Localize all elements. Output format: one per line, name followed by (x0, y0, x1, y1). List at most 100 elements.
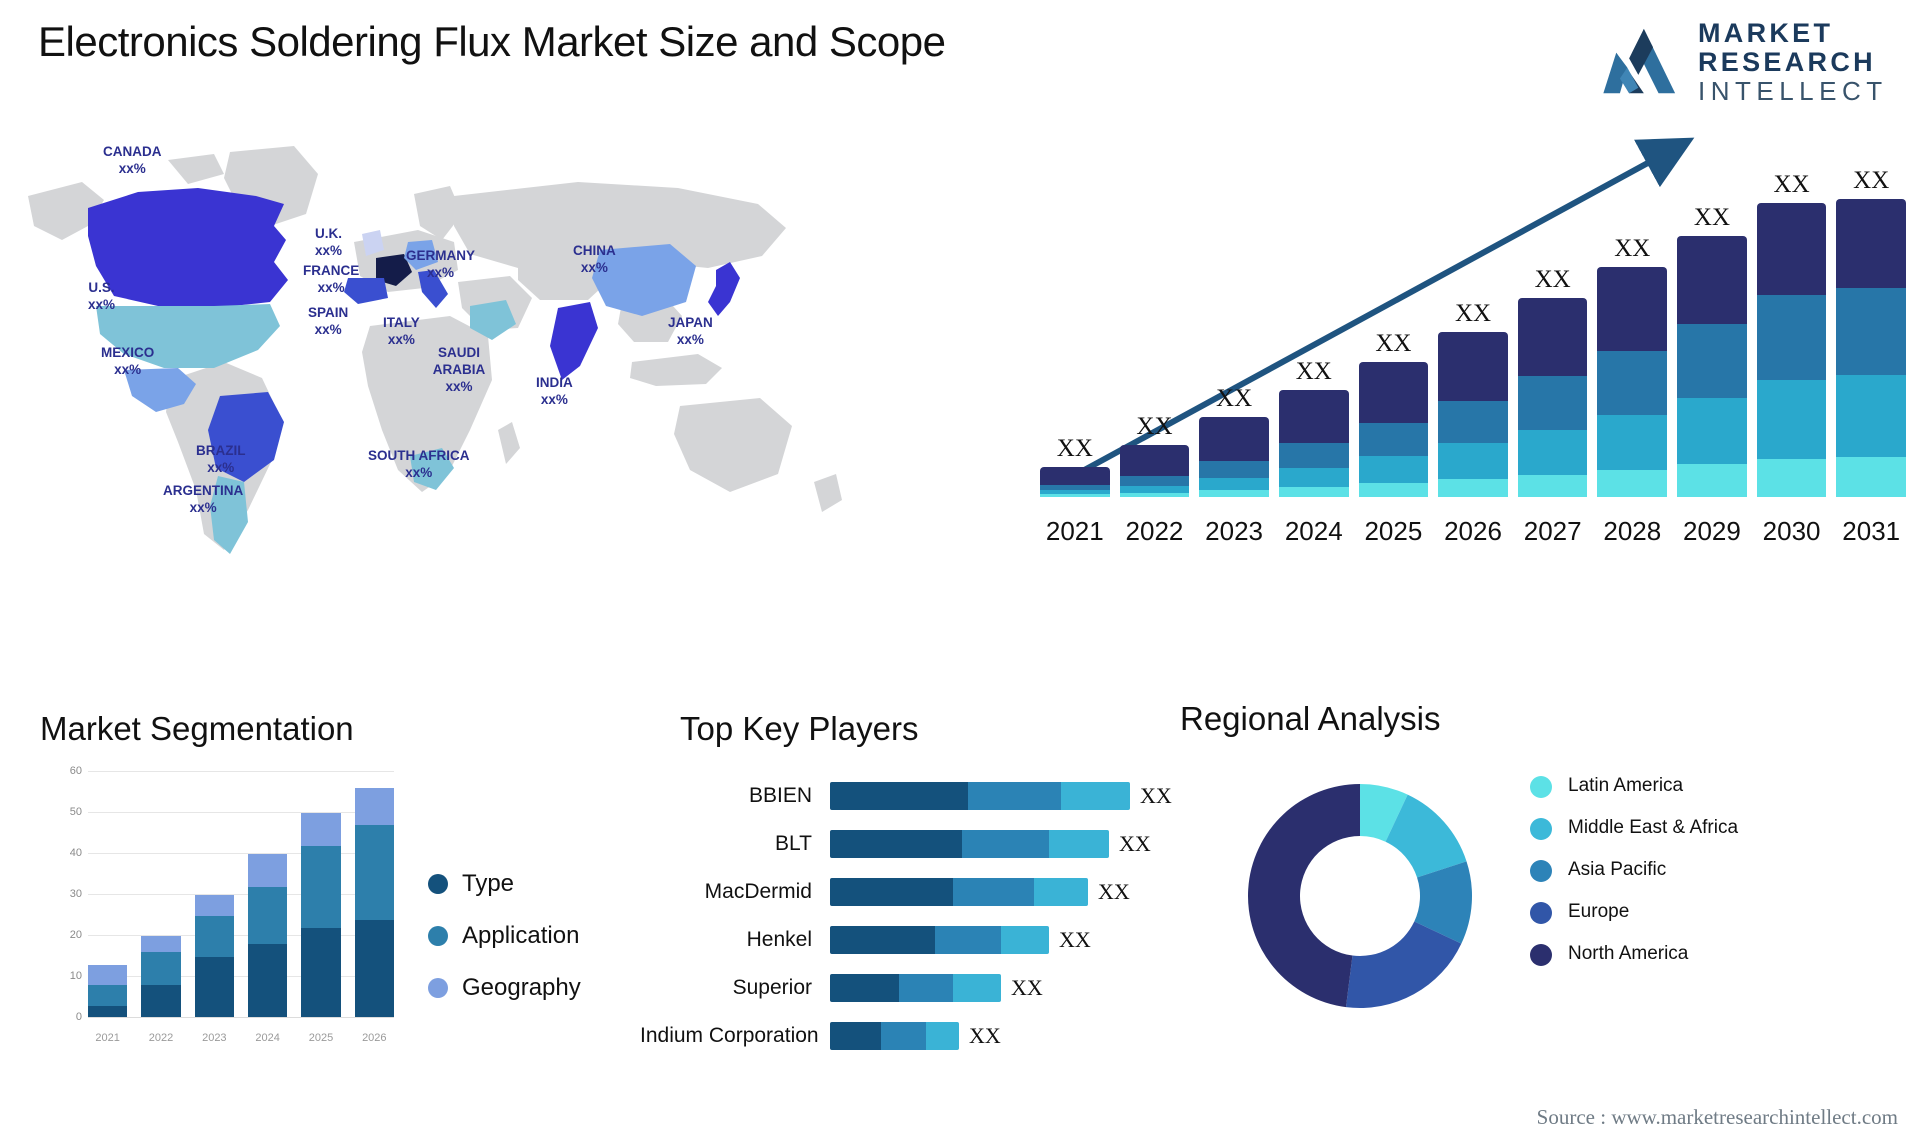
growth-bar-segment (1119, 476, 1190, 486)
segmentation-bar-segment (354, 825, 394, 920)
legend-label: Geography (462, 974, 581, 1001)
growth-bar-column: XX (1199, 167, 1269, 497)
regional-legend-item[interactable]: Middle East & Africa (1530, 816, 1738, 840)
growth-bar-segment (1119, 492, 1190, 497)
player-row: Henkel XX (640, 916, 1200, 964)
segmentation-y-tick: 30 (69, 888, 82, 900)
growth-bar-segment (1199, 461, 1269, 478)
map-label-germany: GERMANY xx% (406, 248, 476, 280)
segmentation-x-tick: 2022 (148, 1032, 174, 1044)
growth-bar-column: XX (1836, 167, 1907, 497)
legend-dot-icon (428, 978, 448, 998)
player-bar-segment (962, 830, 1049, 858)
legend-label: Asia Pacific (1568, 859, 1667, 880)
growth-bar-segment (1517, 475, 1588, 497)
segmentation-title: Market Segmentation (40, 710, 354, 747)
player-name: BBIEN (748, 784, 812, 807)
player-bar (830, 782, 1130, 810)
legend-dot-icon (1530, 776, 1552, 798)
growth-bar-segment (1836, 457, 1907, 497)
player-bar-segment (1001, 926, 1049, 954)
player-name: Superior (732, 976, 812, 999)
growth-year-label: 2022 (1125, 516, 1184, 546)
growth-bar-column: XX (1119, 167, 1190, 497)
growth-bar-column: XX (1597, 167, 1668, 497)
legend-dot-icon (1530, 818, 1552, 840)
regional-legend-item[interactable]: Asia Pacific (1530, 858, 1738, 882)
player-bar-segment (830, 878, 953, 906)
player-bar-segment (953, 974, 1001, 1002)
legend-dot-icon (428, 926, 448, 946)
growth-bar-segment (1756, 458, 1827, 497)
segmentation-x-tick: 2023 (202, 1032, 227, 1044)
segmentation-y-tick: 0 (75, 1011, 82, 1023)
segmentation-bar-segment (194, 895, 234, 916)
segmentation-y-tick: 60 (69, 765, 82, 777)
player-bar-segment (1061, 782, 1130, 810)
segmentation-bar-segment (141, 952, 181, 986)
logo-line-intellect: INTELLECT (1698, 76, 1888, 106)
segmentation-bar-column (247, 772, 288, 1018)
segmentation-bar-segment (247, 944, 288, 1018)
growth-bar-segment (1677, 235, 1747, 324)
growth-year-label: 2031 (1842, 516, 1901, 546)
regional-legend: Latin America Middle East & Africa Asia Pa… (1530, 774, 1738, 984)
segmentation-bar (194, 895, 234, 1018)
segmentation-y-tick: 10 (69, 970, 82, 982)
growth-bar-segment (1597, 267, 1668, 352)
mri-mountain-logo-icon (1603, 28, 1676, 94)
growth-year-label: 2021 (1045, 516, 1104, 546)
segmentation-bar (88, 964, 128, 1018)
legend-label: North America (1568, 943, 1689, 964)
regional-legend-item[interactable]: Latin America (1530, 774, 1738, 798)
regional-legend-item[interactable]: North America (1530, 942, 1738, 966)
growth-bar-segment (1278, 389, 1349, 444)
segmentation-bar-segment (88, 964, 128, 986)
growth-bar-value: XX (1614, 235, 1651, 263)
segmentation-bar (247, 854, 288, 1018)
growth-bar-segment (1199, 417, 1269, 462)
player-bar-segment (1034, 878, 1088, 906)
segmentation-chart: 0 10 20 30 40 50 60 2021 2022 2023 2024 2025 2026 (40, 765, 400, 1052)
growth-year-label: 2023 (1205, 516, 1264, 546)
map-label-spain: SPAIN xx% (308, 305, 349, 337)
map-label-canada: CANADA xx% (103, 144, 162, 176)
growth-bar-segment (1677, 323, 1747, 398)
donut-slice[interactable] (1247, 784, 1360, 1008)
growth-bar (1597, 267, 1668, 497)
logo-wordmark: MARKET RESEARCH INTELLECT (1698, 20, 1888, 106)
growth-bar-column: XX (1756, 167, 1827, 497)
growth-bar-value: XX (1534, 265, 1571, 293)
map-label-us: U.S. xx% (88, 280, 116, 312)
segmentation-bar-column (354, 772, 394, 1018)
map-label-france: FRANCE xx% (303, 263, 360, 295)
map-label-uk: U.K. xx% (315, 226, 343, 258)
growth-bar-segment (1278, 487, 1349, 497)
player-value: XX (1011, 975, 1043, 1000)
segmentation-legend-item[interactable]: Geography (428, 974, 581, 1002)
segmentation-legend-item[interactable]: Application (428, 922, 581, 950)
world-map: CANADA xx% U.S. xx% MEXICO xx% BRAZIL xx% AR… (18, 130, 878, 560)
segmentation-legend-item[interactable]: Type (428, 870, 581, 898)
growth-bar-segment (1597, 469, 1668, 497)
segmentation-bar-segment (354, 919, 394, 1018)
regional-legend-item[interactable]: Europe (1530, 900, 1738, 924)
player-bar (830, 1022, 959, 1050)
map-label-saudi-arabia: SAUDI ARABIA xx% (432, 345, 486, 394)
segmentation-legend: Type Application Geography (428, 870, 581, 1026)
player-name: Indium Corporation (640, 1024, 819, 1047)
player-bar-segment (1049, 830, 1109, 858)
segmentation-bar-segment (301, 845, 341, 928)
market-segmentation-section: Market Segmentation 0 10 20 30 40 50 60 2021 20… (40, 710, 660, 1130)
map-label-south-africa: SOUTH AFRICA xx% (368, 448, 470, 480)
growth-bar-segment (1756, 294, 1827, 381)
segmentation-bar-segment (88, 985, 128, 1006)
growth-bar-column: XX (1677, 167, 1747, 497)
map-label-japan: JAPAN xx% (668, 315, 713, 347)
legend-dot-icon (1530, 944, 1552, 966)
growth-bar (1358, 362, 1429, 497)
player-bar-segment (830, 974, 899, 1002)
legend-dot-icon (1530, 902, 1552, 924)
segmentation-bar-segment (194, 956, 234, 1018)
player-bar-segment (968, 782, 1061, 810)
